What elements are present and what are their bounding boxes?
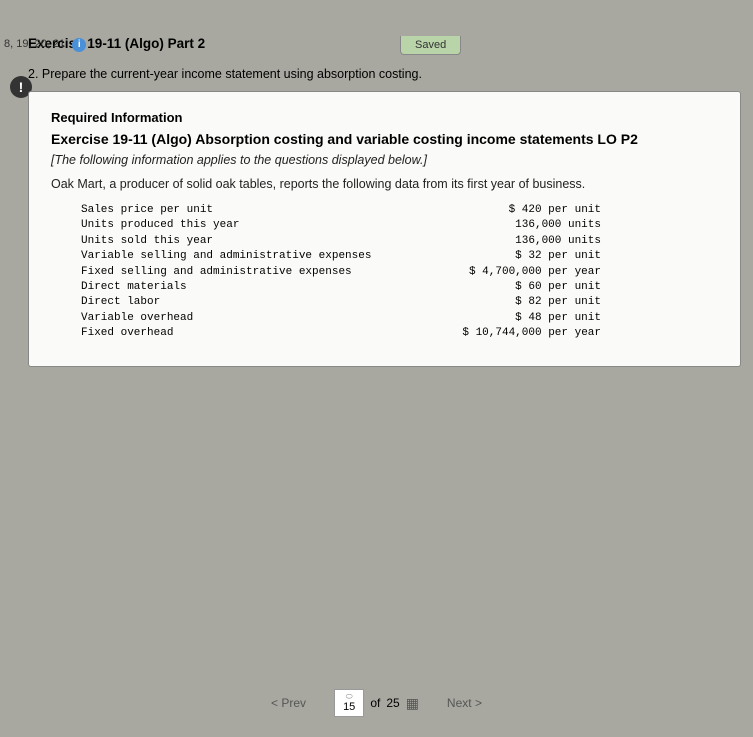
page-current-box[interactable]: ⬭ 15	[334, 689, 364, 717]
next-label: Next	[447, 696, 472, 710]
data-value: 136,000 units	[401, 234, 601, 249]
data-label: Units sold this year	[81, 234, 401, 249]
page-total: 25	[386, 696, 399, 710]
nav-bar: < Prev ⬭ 15 of 25 ▦ Next >	[0, 689, 753, 717]
prev-label: Prev	[281, 696, 306, 710]
data-label: Direct materials	[81, 280, 401, 295]
data-row: Direct labor $ 82 per unit	[81, 295, 718, 310]
data-value: $ 4,700,000 per year	[401, 265, 601, 280]
link-icon: ⬭	[343, 693, 355, 701]
saved-status-tab: Saved	[400, 36, 461, 55]
nav-center: ⬭ 15 of 25 ▦	[334, 689, 419, 717]
data-label: Variable selling and administrative expe…	[81, 249, 401, 264]
data-value: $ 10,744,000 per year	[401, 326, 601, 341]
data-value: 136,000 units	[401, 218, 601, 233]
chevron-left-icon: <	[271, 696, 278, 710]
data-row: Sales price per unit $ 420 per unit	[81, 203, 718, 218]
prev-button[interactable]: < Prev	[263, 692, 314, 714]
data-label: Sales price per unit	[81, 203, 401, 218]
info-icon[interactable]: i	[72, 38, 86, 52]
part-title: Exercise 19-11 (Algo) Part 2	[28, 36, 753, 51]
grid-icon[interactable]: ▦	[406, 695, 419, 712]
data-label: Fixed selling and administrative expense…	[81, 265, 401, 280]
data-label: Direct labor	[81, 295, 401, 310]
instruction-text: 2. Prepare the current-year income state…	[28, 67, 753, 81]
data-row: Fixed selling and administrative expense…	[81, 265, 718, 280]
data-label: Fixed overhead	[81, 326, 401, 341]
data-value: $ 32 per unit	[401, 249, 601, 264]
breadcrumb: 8, 19, 20, 21 i	[0, 36, 90, 54]
data-row: Units produced this year 136,000 units	[81, 218, 718, 233]
data-label: Units produced this year	[81, 218, 401, 233]
intro-text: Oak Mart, a producer of solid oak tables…	[51, 177, 718, 191]
next-button[interactable]: Next >	[439, 692, 490, 714]
applies-text: [The following information applies to th…	[51, 153, 718, 167]
data-value: $ 60 per unit	[401, 280, 601, 295]
page-current: 15	[343, 701, 355, 713]
chevron-right-icon: >	[475, 696, 482, 710]
data-table: Sales price per unit $ 420 per unit Unit…	[81, 203, 718, 342]
data-row: Variable overhead $ 48 per unit	[81, 311, 718, 326]
required-heading: Required Information	[51, 110, 718, 125]
data-row: Direct materials $ 60 per unit	[81, 280, 718, 295]
exercise-title: Exercise 19-11 (Algo) Absorption costing…	[51, 131, 718, 147]
data-label: Variable overhead	[81, 311, 401, 326]
data-value: $ 48 per unit	[401, 311, 601, 326]
data-row: Fixed overhead $ 10,744,000 per year	[81, 326, 718, 341]
of-label: of	[370, 696, 380, 710]
breadcrumb-text: 8, 19, 20, 21	[4, 38, 65, 50]
data-row: Variable selling and administrative expe…	[81, 249, 718, 264]
data-value: $ 420 per unit	[401, 203, 601, 218]
data-row: Units sold this year 136,000 units	[81, 234, 718, 249]
question-panel: Required Information Exercise 19-11 (Alg…	[28, 91, 741, 367]
data-value: $ 82 per unit	[401, 295, 601, 310]
